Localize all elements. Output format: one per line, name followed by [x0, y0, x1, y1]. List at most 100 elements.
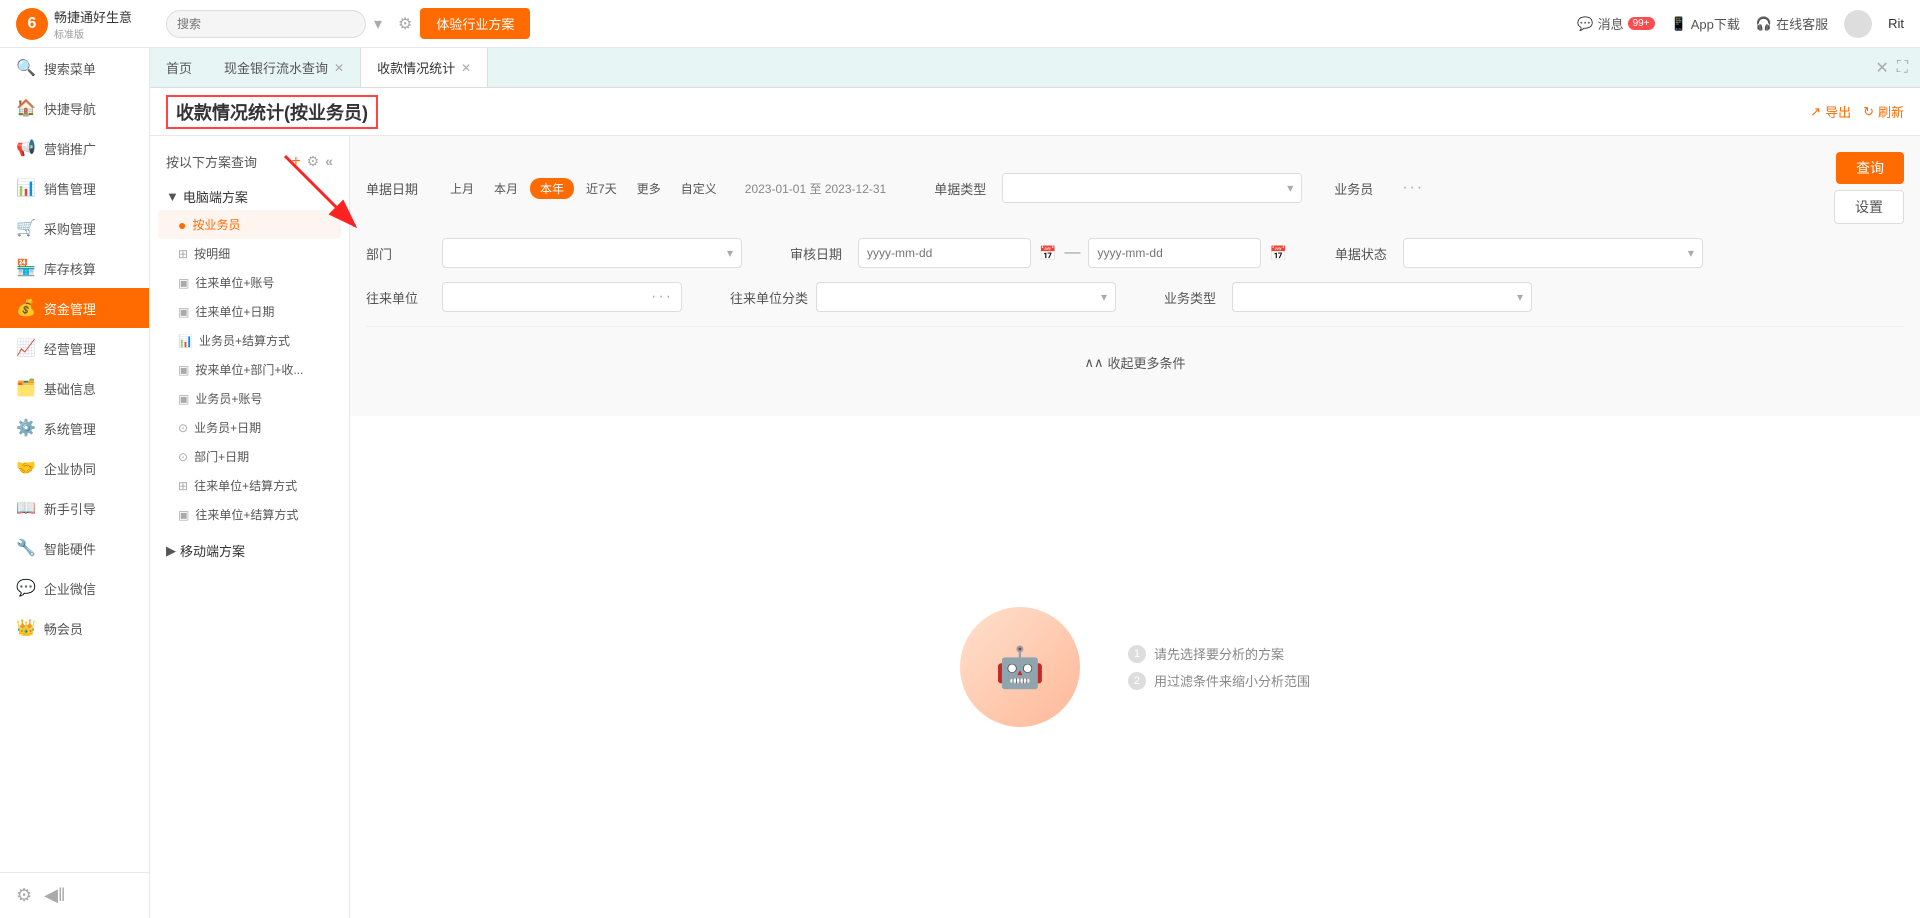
partner-select[interactable]: ···: [442, 282, 682, 312]
collapse-btn[interactable]: ∧∧ 收起更多条件: [1076, 345, 1193, 380]
salesperson-scheme-icon: ●: [178, 217, 186, 233]
sidebar-item-search-menu[interactable]: 🔍 搜索菜单: [0, 48, 149, 88]
user-avatar[interactable]: [1844, 10, 1872, 38]
partner-more-icon[interactable]: ···: [651, 288, 673, 306]
messages-label: 消息: [1598, 14, 1624, 33]
sidebar-item-purchase[interactable]: 🛒 采购管理: [0, 208, 149, 248]
app-download-btn[interactable]: 📱 App下载: [1671, 14, 1740, 33]
audit-date-end-cal-icon[interactable]: 📅: [1269, 245, 1286, 262]
date-tab-more[interactable]: 更多: [629, 178, 669, 199]
online-service-btn[interactable]: 🎧 在线客服: [1756, 14, 1828, 33]
home-label: 首页: [166, 58, 192, 77]
sidebar-settings-btn[interactable]: ⚙: [16, 885, 32, 906]
scheme-panel: 按以下方案查询 + ⚙ « ▼ 电脑端方案 ● 按业务员 ⊞: [150, 136, 350, 918]
sidebar-item-smart-hw[interactable]: 🔧 智能硬件: [0, 528, 149, 568]
salesperson-scheme-label: 按业务员: [192, 216, 240, 233]
messages-btn[interactable]: 💬 消息 99+: [1577, 14, 1654, 33]
scheme-item-sales-account[interactable]: ▣ 业务员+账号: [158, 384, 341, 413]
scheme-item-partner-date[interactable]: ▣ 往来单位+日期: [158, 297, 341, 326]
sidebar-item-sales[interactable]: 📊 销售管理: [0, 168, 149, 208]
audit-date-end-input[interactable]: [1088, 238, 1261, 268]
scheme-collapse-icon[interactable]: «: [325, 153, 333, 171]
sales-account-icon: ▣: [178, 392, 189, 406]
sidebar-item-system[interactable]: ⚙️ 系统管理: [0, 408, 149, 448]
sidebar-item-operation[interactable]: 📈 经营管理: [0, 328, 149, 368]
refresh-btn[interactable]: ↻ 刷新: [1863, 102, 1904, 121]
filter-settings-btn[interactable]: 设置: [1834, 190, 1904, 224]
tab-home[interactable]: 首页: [150, 48, 208, 87]
sidebar-item-label: 销售管理: [44, 179, 96, 198]
date-tab-last-7[interactable]: 近7天: [578, 178, 625, 199]
sidebar-collapse-btn[interactable]: ◀‖: [44, 885, 65, 906]
date-tab-last-month[interactable]: 上月: [442, 178, 482, 199]
sidebar-item-guide[interactable]: 📖 新手引导: [0, 488, 149, 528]
sidebar-item-label: 营销推广: [44, 139, 96, 158]
mobile-expand-icon: ▶: [166, 543, 176, 559]
date-tab-this-month[interactable]: 本月: [486, 178, 526, 199]
sidebar-item-weixin[interactable]: 💬 企业微信: [0, 568, 149, 608]
sidebar-item-quick-nav[interactable]: 🏠 快捷导航: [0, 88, 149, 128]
scheme-item-dept-date[interactable]: ⊙ 部门+日期: [158, 442, 341, 471]
tab-maximize-icon[interactable]: ⛶: [1897, 59, 1908, 77]
tab-bank-flow[interactable]: 现金银行流水查询 ✕: [208, 48, 361, 87]
query-btn[interactable]: 查询: [1836, 152, 1904, 184]
doc-type-select[interactable]: ▾: [1002, 173, 1302, 203]
scheme-section-desktop-header[interactable]: ▼ 电脑端方案: [158, 183, 341, 210]
weixin-icon: 💬: [16, 578, 36, 598]
empty-content: 🤖 1 请先选择要分析的方案 2 用过滤条件来缩小分析范围: [960, 607, 1310, 727]
date-tab-custom[interactable]: 自定义: [673, 178, 725, 199]
search-dropdown-icon[interactable]: ▾: [374, 14, 382, 34]
scheme-item-by-detail[interactable]: ⊞ 按明细: [158, 239, 341, 268]
business-type-label: 业务类型: [1164, 288, 1224, 307]
scheme-item-partner-settlement2[interactable]: ▣ 往来单位+结算方式: [158, 500, 341, 529]
sidebar-item-marketing[interactable]: 📢 营销推广: [0, 128, 149, 168]
scheme-item-by-salesperson[interactable]: ● 按业务员: [158, 210, 341, 239]
doc-status-select[interactable]: ▾: [1403, 238, 1703, 268]
salesperson-label: 业务员: [1334, 179, 1394, 198]
tab-receipt-stats-close-icon[interactable]: ✕: [461, 61, 471, 75]
sidebar-item-member[interactable]: 👑 畅会员: [0, 608, 149, 648]
tab-close-all-icon[interactable]: ✕: [1875, 58, 1888, 78]
salesperson-more-icon[interactable]: ···: [1402, 179, 1424, 197]
marketing-icon: 📢: [16, 138, 36, 158]
export-btn[interactable]: ↗ 导出: [1810, 102, 1851, 121]
scheme-add-icon[interactable]: +: [291, 153, 300, 171]
export-icon: ↗: [1810, 104, 1821, 120]
app-name-area: 畅捷通好生意 标准版: [54, 7, 132, 41]
business-type-select[interactable]: ▾: [1232, 282, 1532, 312]
audit-date-label: 审核日期: [790, 244, 850, 263]
sidebar-item-inventory[interactable]: 🏪 库存核算: [0, 248, 149, 288]
header-right: 💬 消息 99+ 📱 App下载 🎧 在线客服 Rit: [1577, 10, 1904, 38]
try-industry-btn[interactable]: 体验行业方案: [420, 8, 530, 39]
dept-select[interactable]: ▾: [442, 238, 742, 268]
sidebar-item-finance[interactable]: 💰 资金管理: [0, 288, 149, 328]
collapse-label: 收起更多条件: [1108, 353, 1186, 372]
header-search-input[interactable]: [166, 10, 366, 38]
sales-icon: 📊: [16, 178, 36, 198]
tab-bank-flow-close-icon[interactable]: ✕: [334, 61, 344, 75]
scheme-item-sales-settlement[interactable]: 📊 业务员+结算方式: [158, 326, 341, 355]
basic-icon: 🗂️: [16, 378, 36, 398]
tab-bar: 首页 现金银行流水查询 ✕ 收款情况统计 ✕ ✕ ⛶: [150, 48, 1920, 88]
tab-receipt-stats[interactable]: 收款情况统计 ✕: [361, 48, 488, 87]
audit-date-start-input[interactable]: [858, 238, 1031, 268]
settings-icon[interactable]: ⚙: [398, 14, 412, 34]
scheme-settings-icon[interactable]: ⚙: [307, 153, 320, 171]
app-download-label: App下载: [1691, 14, 1740, 33]
scheme-item-sales-date[interactable]: ⊙ 业务员+日期: [158, 413, 341, 442]
scheme-item-partner-dept[interactable]: ▣ 按来单位+部门+收...: [158, 355, 341, 384]
scheme-item-partner-account[interactable]: ▣ 往来单位+账号: [158, 268, 341, 297]
sidebar-item-enterprise[interactable]: 🤝 企业协同: [0, 448, 149, 488]
collapse-area: ∧∧ 收起更多条件: [366, 326, 1904, 380]
refresh-icon: ↻: [1863, 104, 1874, 120]
empty-illustration: 🤖: [960, 607, 1080, 727]
partner-settlement-icon: ⊞: [178, 479, 188, 493]
sidebar-item-basic[interactable]: 🗂️ 基础信息: [0, 368, 149, 408]
audit-date-start-cal-icon[interactable]: 📅: [1039, 245, 1056, 262]
partner-category-select[interactable]: ▾: [816, 282, 1116, 312]
dept-chevron-icon: ▾: [727, 246, 733, 260]
scheme-item-partner-settlement[interactable]: ⊞ 往来单位+结算方式: [158, 471, 341, 500]
dept-date-icon: ⊙: [178, 450, 188, 464]
date-tab-this-year[interactable]: 本年: [530, 178, 574, 199]
scheme-section-mobile-header[interactable]: ▶ 移动端方案: [158, 537, 341, 564]
